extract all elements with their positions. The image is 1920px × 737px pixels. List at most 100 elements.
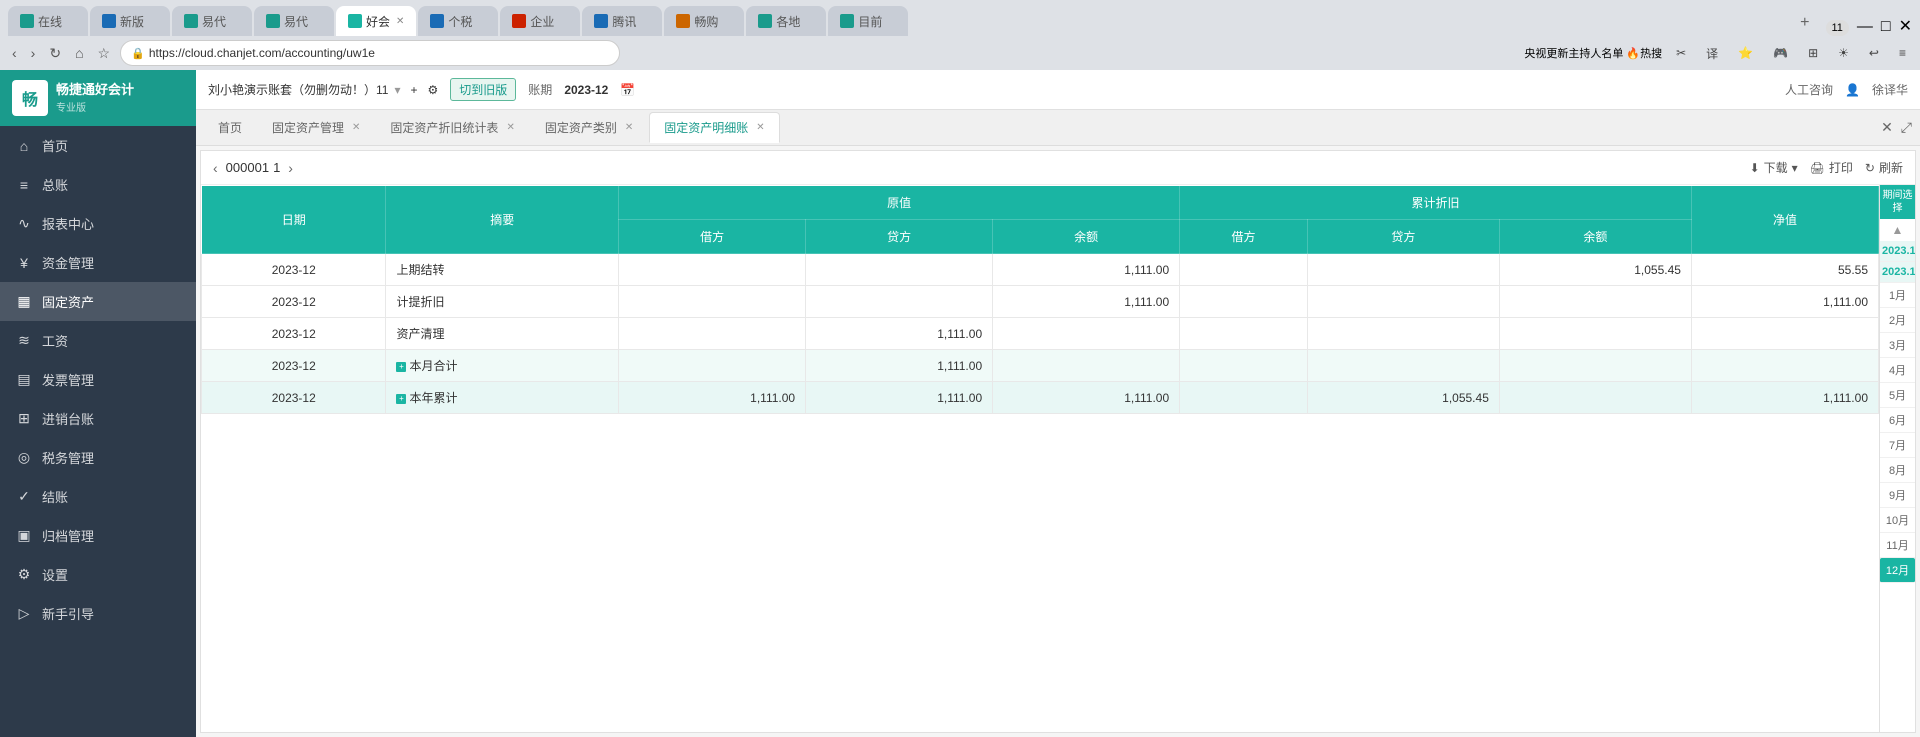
account-prefix: 000001 <box>226 160 269 175</box>
cell-net-value <box>1691 318 1878 350</box>
cell-summary: +本月合计 <box>386 350 619 382</box>
bookmark-button[interactable]: ☆ <box>94 43 115 64</box>
sidebar-item-税务管理[interactable]: ◎税务管理 <box>0 438 196 477</box>
add-account-icon[interactable]: + <box>411 83 418 97</box>
new-tab-button[interactable]: + <box>1792 10 1817 36</box>
star-button[interactable]: ⭐ <box>1732 44 1759 62</box>
period-month-6月[interactable]: 6月 <box>1880 408 1915 433</box>
content-tab-1[interactable]: 固定资产管理✕ <box>258 113 374 142</box>
forward-button[interactable]: › <box>27 43 40 63</box>
settings-account-icon[interactable]: ⚙ <box>428 83 439 97</box>
sidebar-item-总账[interactable]: ≡总账 <box>0 165 196 204</box>
close-tab-4[interactable]: ✕ <box>756 122 764 133</box>
print-button[interactable]: 🖨 打印 <box>1810 159 1853 176</box>
home-nav-button[interactable]: ⌂ <box>71 43 87 63</box>
tab-bar: 在线新版易代易代好会✕个税企业腾讯畅购各地目前 + 11 — □ ✕ <box>0 0 1920 36</box>
sidebar-item-工资[interactable]: ≋工资 <box>0 321 196 360</box>
grid-button[interactable]: ⊞ <box>1802 44 1824 62</box>
browser-tab-4[interactable]: 好会✕ <box>336 6 416 36</box>
browser-tab-0[interactable]: 在线 <box>8 6 88 36</box>
browser-tab-7[interactable]: 腾讯 <box>582 6 662 36</box>
nav-arrows-right: › <box>288 160 293 176</box>
browser-tab-9[interactable]: 各地 <box>746 6 826 36</box>
download-button[interactable]: ⬇ 下载 ▾ <box>1750 159 1798 176</box>
summary-icon: + <box>396 394 406 404</box>
sidebar-item-进销台账[interactable]: ⊞进销台账 <box>0 399 196 438</box>
browser-tab-6[interactable]: 企业 <box>500 6 580 36</box>
prev-account-button[interactable]: ‹ <box>213 160 218 176</box>
customer-service-link[interactable]: 人工咨询 <box>1785 81 1833 98</box>
refresh-button[interactable]: ↻ 刷新 <box>1865 159 1903 176</box>
expand-button[interactable]: ⤢ <box>1901 119 1912 136</box>
browser-tab-8[interactable]: 畅购 <box>664 6 744 36</box>
content-tab-4[interactable]: 固定资产明细账✕ <box>649 112 779 143</box>
sidebar-item-发票管理[interactable]: ▤发票管理 <box>0 360 196 399</box>
reload-button[interactable]: ↻ <box>45 43 65 64</box>
browser-tab-5[interactable]: 个税 <box>418 6 498 36</box>
print-icon: 🖨 <box>1810 161 1825 175</box>
sidebar-label-7: 进销台账 <box>42 409 94 428</box>
cell-date: 2023-12 <box>202 254 386 286</box>
period-item-second[interactable]: 2023.12 <box>1880 262 1915 283</box>
sidebar-item-首页[interactable]: ⌂首页 <box>0 126 196 165</box>
sidebar-item-归档管理[interactable]: ▣归档管理 <box>0 516 196 555</box>
user-avatar[interactable]: 👤 <box>1845 83 1860 97</box>
content-tab-3[interactable]: 固定资产类别✕ <box>531 113 647 142</box>
scissors-button[interactable]: ✂ <box>1670 44 1692 62</box>
calendar-icon[interactable]: 📅 <box>620 83 635 97</box>
download-icon: ⬇ <box>1750 161 1760 175</box>
browser-tab-1[interactable]: 新版 <box>90 6 170 36</box>
game-button[interactable]: 🎮 <box>1767 44 1794 62</box>
search-box[interactable]: 央视更新主持人名单 🔥热搜 <box>1524 45 1662 61</box>
content-tab-0[interactable]: 首页 <box>204 113 256 142</box>
dropdown-arrow[interactable]: ▾ <box>394 83 400 97</box>
browser-tab-10[interactable]: 目前 <box>828 6 908 36</box>
cell-orig-debit <box>619 350 806 382</box>
top-actions: 人工咨询 👤 徐译华 <box>1785 81 1908 98</box>
sidebar-item-设置[interactable]: ⚙设置 <box>0 555 196 594</box>
period-item-selected[interactable]: 2023.12 <box>1880 241 1915 262</box>
close-tab-3[interactable]: ✕ <box>625 122 633 133</box>
address-field[interactable]: 🔒 https://cloud.chanjet.com/accounting/u… <box>120 40 620 66</box>
switch-version-button[interactable]: 切到旧版 <box>450 78 516 101</box>
browser-tab-3[interactable]: 易代 <box>254 6 334 36</box>
maximize-button[interactable]: □ <box>1881 18 1891 36</box>
tab-controls: ✕ ⤢ <box>1881 119 1912 136</box>
sidebar-item-固定资产[interactable]: ▦固定资产 <box>0 282 196 321</box>
close-tab-2[interactable]: ✕ <box>506 122 514 133</box>
period-month-4月[interactable]: 4月 <box>1880 358 1915 383</box>
action-buttons: ⬇ 下载 ▾ 🖨 打印 ↻ 刷新 <box>1750 159 1903 176</box>
period-month-9月[interactable]: 9月 <box>1880 483 1915 508</box>
period-month-11月[interactable]: 11月 <box>1880 533 1915 558</box>
settings-button[interactable]: ☀ <box>1832 44 1855 62</box>
period-month-5月[interactable]: 5月 <box>1880 383 1915 408</box>
sidebar-item-报表中心[interactable]: ∿报表中心 <box>0 204 196 243</box>
period-month-7月[interactable]: 7月 <box>1880 433 1915 458</box>
sidebar-item-新手引导[interactable]: ▷新手引导 <box>0 594 196 633</box>
period-month-12月[interactable]: 12月 <box>1880 558 1915 583</box>
sidebar-label-6: 发票管理 <box>42 370 94 389</box>
cell-orig-credit: 1,111.00 <box>806 350 993 382</box>
content-tab-2[interactable]: 固定资产折旧统计表✕ <box>376 113 528 142</box>
period-scroll-up[interactable]: ▲ <box>1880 219 1915 241</box>
browser-tab-2[interactable]: 易代 <box>172 6 252 36</box>
cell-orig-balance: 1,111.00 <box>993 286 1180 318</box>
back-button[interactable]: ‹ <box>8 43 21 63</box>
period-month-1月[interactable]: 1月 <box>1880 283 1915 308</box>
period-month-2月[interactable]: 2月 <box>1880 308 1915 333</box>
close-tab-1[interactable]: ✕ <box>352 122 360 133</box>
period-month-10月[interactable]: 10月 <box>1880 508 1915 533</box>
period-month-3月[interactable]: 3月 <box>1880 333 1915 358</box>
translate-button[interactable]: 译 <box>1700 43 1724 64</box>
close-button[interactable]: ✕ <box>1899 16 1912 36</box>
cell-accum-debit <box>1180 318 1308 350</box>
sidebar-item-结账[interactable]: ✓结账 <box>0 477 196 516</box>
menu-button[interactable]: ≡ <box>1893 44 1912 62</box>
next-account-button[interactable]: › <box>288 160 293 176</box>
sidebar-item-资金管理[interactable]: ¥资金管理 <box>0 243 196 282</box>
sidebar-icon-11: ⚙ <box>16 567 32 583</box>
minimize-button[interactable]: — <box>1857 18 1873 36</box>
close-all-tabs-button[interactable]: ✕ <box>1881 119 1893 136</box>
undo-button[interactable]: ↩ <box>1863 44 1885 62</box>
period-month-8月[interactable]: 8月 <box>1880 458 1915 483</box>
